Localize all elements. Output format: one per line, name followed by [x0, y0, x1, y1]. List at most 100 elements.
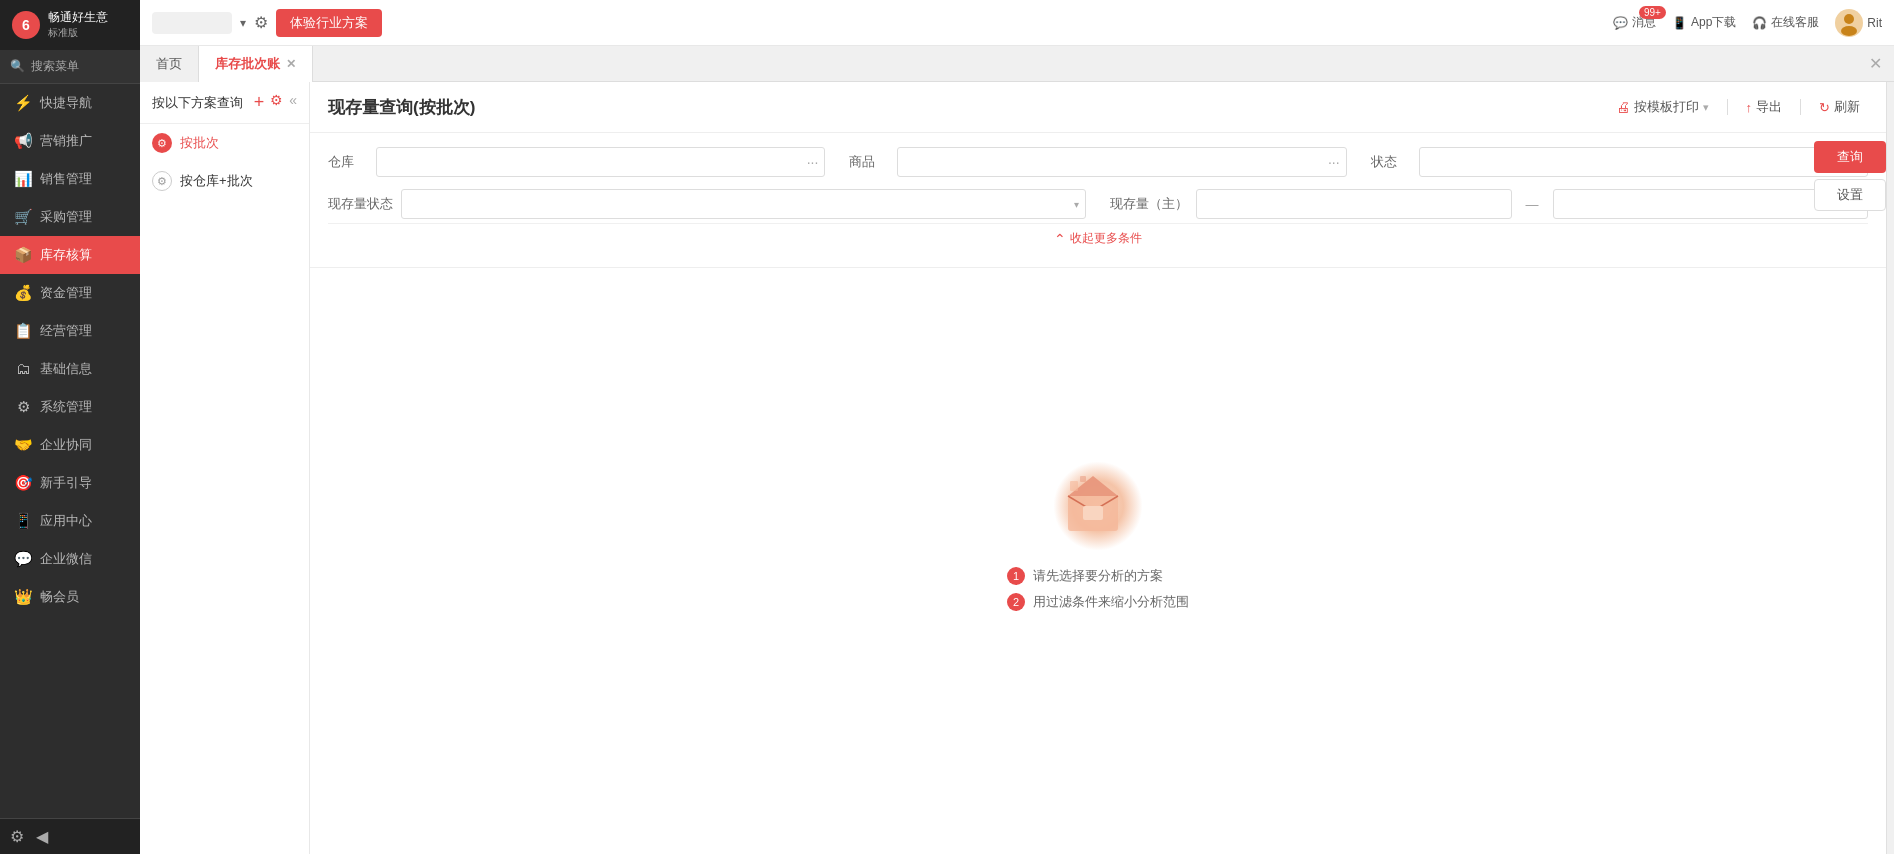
sidebar-item-label: 系统管理 [40, 398, 92, 416]
sidebar-item-enterprise[interactable]: 🤝 企业协同 [0, 426, 140, 464]
sidebar-collapse-button[interactable]: ◀ [36, 827, 48, 846]
topbar-gear-icon[interactable]: ⚙ [254, 13, 268, 32]
range-dash: — [1520, 197, 1545, 212]
main-area: ▾ ⚙ 体验行业方案 💬 消息 99+ 📱 App下载 🎧 在线客服 Ri [140, 0, 1894, 854]
messages-action[interactable]: 💬 消息 99+ [1613, 14, 1656, 31]
svg-point-1 [1841, 26, 1857, 36]
status-label: 状态 [1371, 153, 1411, 171]
customer-service-label: 在线客服 [1771, 14, 1819, 31]
export-icon: ↑ [1746, 100, 1753, 115]
inventory-qty-field: 现存量（主） — [1110, 189, 1868, 219]
sidebar-item-sales[interactable]: 📊 销售管理 [0, 160, 140, 198]
sidebar-item-wechat[interactable]: 💬 企业微信 [0, 540, 140, 578]
sidebar-item-label: 销售管理 [40, 170, 92, 188]
inventory-qty-range-start[interactable] [1196, 189, 1512, 219]
sidebar-item-label: 库存核算 [40, 246, 92, 264]
right-scrollbar[interactable] [1886, 82, 1894, 854]
query-button[interactable]: 查询 [1814, 141, 1886, 173]
customer-service-action[interactable]: 🎧 在线客服 [1752, 14, 1819, 31]
tab-close-icon[interactable]: ✕ [286, 57, 296, 71]
tab-batch-account-label: 库存批次账 [215, 55, 280, 73]
username: Rit [1867, 16, 1882, 30]
sidebar-settings-button[interactable]: ⚙ [10, 827, 24, 846]
empty-tips: 1 请先选择要分析的方案 2 用过滤条件来缩小分析范围 [1007, 567, 1189, 611]
empty-state: 1 请先选择要分析的方案 2 用过滤条件来缩小分析范围 [310, 268, 1886, 854]
messages-badge: 99+ [1639, 6, 1666, 19]
sidebar-item-quick-nav[interactable]: ⚡ 快捷导航 [0, 84, 140, 122]
filter-item-label: 按仓库+批次 [180, 172, 253, 190]
sidebar-item-purchase[interactable]: 🛒 采购管理 [0, 198, 140, 236]
refresh-label: 刷新 [1834, 98, 1860, 116]
filter-item-by-warehouse-batch[interactable]: ⚙ 按仓库+批次 [140, 162, 309, 200]
product-field: 商品 ··· [849, 147, 1346, 177]
app-logo: 6 [12, 11, 40, 39]
product-label: 商品 [849, 153, 889, 171]
sidebar-item-label: 畅会员 [40, 588, 79, 606]
status-input[interactable]: ▾ [1419, 147, 1868, 177]
sidebar: 6 畅通好生意 标准版 🔍 搜索菜单 ⚡ 快捷导航 📢 营销推广 📊 销售管理 … [0, 0, 140, 854]
export-action[interactable]: ↑ 导出 [1738, 94, 1791, 120]
sidebar-item-newbie[interactable]: 🎯 新手引导 [0, 464, 140, 502]
finance-icon: 💰 [14, 284, 32, 302]
sidebar-item-label: 经营管理 [40, 322, 92, 340]
purchase-icon: 🛒 [14, 208, 32, 226]
inventory-status-input[interactable]: ▾ [401, 189, 1086, 219]
warehouse-label: 仓库 [328, 153, 368, 171]
sidebar-item-label: 采购管理 [40, 208, 92, 226]
filter-row-2: 现存量状态 ▾ 现存量（主） — [328, 189, 1868, 219]
sidebar-item-finance[interactable]: 💰 资金管理 [0, 274, 140, 312]
user-profile[interactable]: Rit [1835, 9, 1882, 37]
sidebar-item-basic[interactable]: 🗂 基础信息 [0, 350, 140, 388]
operation-icon: 📋 [14, 322, 32, 340]
status-field: 状态 ▾ [1371, 147, 1868, 177]
product-more-dots: ··· [1328, 154, 1340, 170]
filter-collapse-icon[interactable]: « [289, 92, 297, 113]
sidebar-item-app-center[interactable]: 📱 应用中心 [0, 502, 140, 540]
inventory-status-field: 现存量状态 ▾ [328, 189, 1086, 219]
quick-nav-icon: ⚡ [14, 94, 32, 112]
sidebar-item-system[interactable]: ⚙ 系统管理 [0, 388, 140, 426]
phone-icon: 📱 [1672, 16, 1687, 30]
warehouse-input[interactable]: ··· [376, 147, 825, 177]
query-actions: 查询 设置 [1814, 141, 1886, 211]
sidebar-item-operation[interactable]: 📋 经营管理 [0, 312, 140, 350]
collapse-bar[interactable]: ⌃ 收起更多条件 [328, 223, 1868, 253]
enterprise-icon: 🤝 [14, 436, 32, 454]
sidebar-item-marketing[interactable]: 📢 营销推广 [0, 122, 140, 160]
topbar: ▾ ⚙ 体验行业方案 💬 消息 99+ 📱 App下载 🎧 在线客服 Ri [140, 0, 1894, 46]
tab-batch-account[interactable]: 库存批次账 ✕ [199, 46, 313, 82]
app-download-action[interactable]: 📱 App下载 [1672, 14, 1736, 31]
sidebar-item-label: 新手引导 [40, 474, 92, 492]
filter-settings-icon[interactable]: ⚙ [270, 92, 283, 113]
filter-row-1: 仓库 ··· 商品 ··· 状态 [328, 147, 1868, 177]
trial-btn[interactable]: 体验行业方案 [276, 9, 382, 37]
print-label: 按模板打印 [1634, 98, 1699, 116]
message-icon: 💬 [1613, 16, 1628, 30]
print-dropdown-icon[interactable]: ▾ [1703, 101, 1709, 114]
print-action[interactable]: 🖨 按模板打印 ▾ [1608, 94, 1717, 120]
filter-item-by-batch[interactable]: ⚙ 按批次 [140, 124, 309, 162]
product-input[interactable]: ··· [897, 147, 1346, 177]
basic-icon: 🗂 [14, 360, 32, 378]
close-all-tabs[interactable]: ✕ [1869, 54, 1894, 73]
refresh-action[interactable]: ↻ 刷新 [1811, 94, 1868, 120]
warehouse-more-dots: ··· [807, 154, 819, 170]
query-header-actions: 🖨 按模板打印 ▾ ↑ 导出 ↻ 刷新 [1608, 94, 1869, 120]
filter-item-label: 按批次 [180, 134, 219, 152]
search-menu[interactable]: 🔍 搜索菜单 [0, 50, 140, 84]
sidebar-item-label: 企业协同 [40, 436, 92, 454]
filter-form: 仓库 ··· 商品 ··· 状态 [310, 133, 1886, 268]
member-icon: 👑 [14, 588, 32, 606]
collapse-chevron-icon: ⌃ [1054, 231, 1066, 247]
add-filter-icon[interactable]: + [254, 92, 265, 113]
topbar-search-input[interactable] [152, 12, 232, 34]
filter-panel: 按以下方案查询 + ⚙ « ⚙ 按批次 ⚙ 按仓库+批次 [140, 82, 310, 854]
sidebar-item-inventory[interactable]: 📦 库存核算 [0, 236, 140, 274]
topbar-dropdown-arrow[interactable]: ▾ [240, 16, 246, 30]
sidebar-item-member[interactable]: 👑 畅会员 [0, 578, 140, 616]
sales-icon: 📊 [14, 170, 32, 188]
settings-button[interactable]: 设置 [1814, 179, 1886, 211]
empty-tip-1-text: 请先选择要分析的方案 [1033, 567, 1163, 585]
sidebar-item-label: 资金管理 [40, 284, 92, 302]
tab-home[interactable]: 首页 [140, 46, 199, 82]
